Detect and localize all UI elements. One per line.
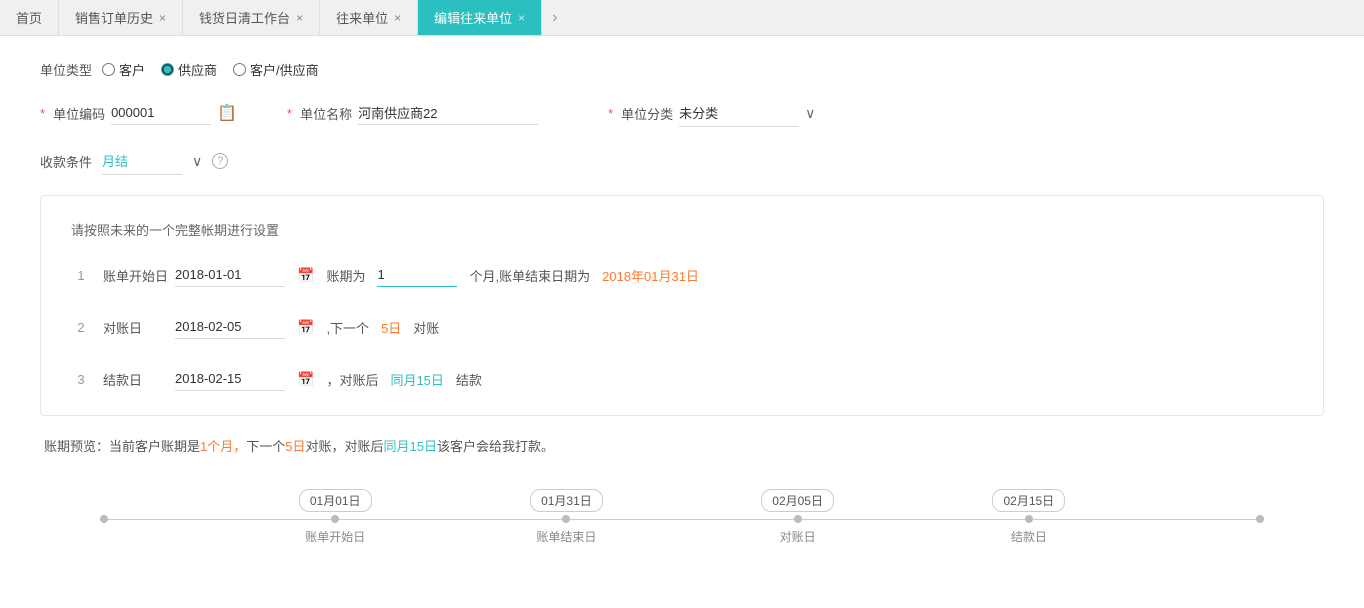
preview-period: 1个月， [200, 439, 246, 454]
unit-category-dropdown-icon[interactable]: ∨ [805, 105, 815, 122]
radio-supplier[interactable]: 供应商 [161, 60, 217, 79]
settle-date-calendar-icon[interactable]: 📅 [297, 371, 314, 388]
unit-code-group: * 单位编码 📋 [40, 101, 237, 125]
unit-category-required: * [608, 106, 613, 121]
row-label-3: 结款日 [103, 370, 163, 389]
preview-date-highlight: 5日 [285, 439, 305, 454]
collection-row: 收款条件 月结 ∨ ? [40, 147, 1324, 175]
unit-code-label: 单位编码 [53, 104, 105, 123]
settings-box: 请按照未来的一个完整帐期进行设置 1 账单开始日 📅 账期为 个月,账单结束日期… [40, 195, 1324, 416]
tl-tag-3: 02月05日 [761, 489, 834, 512]
unit-type-row: 单位类型 客户 供应商 客户/供应商 [40, 60, 1324, 79]
timeline-end-dot [1256, 515, 1264, 523]
preview-prefix: 账期预览：当前客户账期是 [44, 439, 200, 454]
settle-date-input[interactable] [175, 367, 285, 391]
row-num-2: 2 [71, 320, 91, 335]
tl-node-1: 01月01日 账单开始日 [331, 515, 339, 523]
unit-category-label: 单位分类 [621, 104, 673, 123]
tl-label-1: 账单开始日 [305, 528, 365, 545]
tl-dot-2 [562, 515, 570, 523]
unit-name-label: 单位名称 [300, 104, 352, 123]
unit-type-radio-group: 客户 供应商 客户/供应商 [102, 60, 319, 79]
unit-code-input[interactable] [111, 101, 211, 125]
tl-node-2: 01月31日 账单结束日 [562, 515, 570, 523]
collection-select[interactable]: 月结 [102, 147, 182, 175]
statement-desc-highlight: 5日 [381, 318, 401, 337]
settle-desc-prefix: ，对账后 [326, 370, 378, 389]
tl-label-4: 结款日 [1011, 528, 1047, 545]
tab-sales-history[interactable]: 销售订单历史 × [59, 0, 183, 35]
unit-category-select[interactable]: 未分类 [679, 99, 799, 127]
collection-help-icon[interactable]: ? [212, 153, 228, 169]
preview-connector2: 对账，对账后 [306, 439, 384, 454]
timeline: 01月01日 账单开始日 01月31日 账单结束日 02月05日 对账日 [60, 485, 1304, 565]
period-suffix: 个月,账单结束日期为 [469, 266, 590, 285]
tab-partner[interactable]: 往来单位 × [320, 0, 418, 35]
tab-edit-partner[interactable]: 编辑往来单位 × [418, 0, 542, 35]
tl-label-3: 对账日 [780, 528, 816, 545]
row-num-1: 1 [71, 268, 91, 283]
statement-desc-suffix: 对账 [413, 318, 439, 337]
tab-close-partner[interactable]: × [394, 11, 401, 25]
main-content: 单位类型 客户 供应商 客户/供应商 * 单位编码 📋 * 单位名称 [0, 36, 1364, 608]
unit-code-required: * [40, 106, 45, 121]
radio-customer[interactable]: 客户 [102, 60, 145, 79]
row-label-2: 对账日 [103, 318, 163, 337]
tab-home[interactable]: 首页 [0, 0, 59, 35]
statement-date-input[interactable] [175, 315, 285, 339]
preview-suffix: 该客户会给我打款。 [437, 439, 554, 454]
statement-date-calendar-icon[interactable]: 📅 [297, 319, 314, 336]
row-label-1: 账单开始日 [103, 266, 163, 285]
unit-name-input[interactable] [358, 101, 538, 125]
tab-cash-workbench[interactable]: 钱货日清工作台 × [183, 0, 320, 35]
tl-dot-4 [1025, 515, 1033, 523]
unit-code-calendar-icon[interactable]: 📋 [217, 103, 237, 123]
row-num-3: 3 [71, 372, 91, 387]
unit-category-value: 未分类 [679, 103, 718, 122]
unit-type-label: 单位类型 [40, 60, 92, 79]
start-date-calendar-icon[interactable]: 📅 [297, 267, 314, 284]
tl-tag-2: 01月31日 [530, 489, 603, 512]
settings-title: 请按照未来的一个完整帐期进行设置 [71, 220, 1293, 239]
timeline-start-dot [100, 515, 108, 523]
collection-dropdown-icon[interactable]: ∨ [192, 153, 202, 170]
unit-info-row: * 单位编码 📋 * 单位名称 * 单位分类 未分类 ∨ [40, 99, 1324, 127]
settle-desc-highlight: 同月15日 [390, 370, 443, 389]
period-input[interactable] [377, 263, 457, 287]
preview-section: 账期预览：当前客户账期是1个月，下一个5日对账，对账后同月15日该客户会给我打款… [40, 436, 1324, 455]
settings-row-1: 1 账单开始日 📅 账期为 个月,账单结束日期为 2018年01月31日 [71, 263, 1293, 287]
tab-scroll-arrow[interactable]: › [542, 0, 567, 35]
collection-value: 月结 [102, 151, 128, 170]
collection-label: 收款条件 [40, 152, 92, 171]
tl-label-2: 账单结束日 [536, 528, 596, 545]
radio-both[interactable]: 客户/供应商 [233, 60, 319, 79]
preview-connector1: 下一个 [246, 439, 285, 454]
period-end-date: 2018年01月31日 [602, 266, 699, 285]
tl-tag-4: 02月15日 [992, 489, 1065, 512]
start-date-input[interactable] [175, 263, 285, 287]
tab-close-edit-partner[interactable]: × [518, 11, 525, 25]
tl-node-4: 02月15日 结款日 [1025, 515, 1033, 523]
tab-bar: 首页 销售订单历史 × 钱货日清工作台 × 往来单位 × 编辑往来单位 × › [0, 0, 1364, 36]
period-prefix: 账期为 [326, 266, 365, 285]
unit-name-required: * [287, 106, 292, 121]
unit-name-group: * 单位名称 [287, 101, 538, 125]
tl-tag-1: 01月01日 [299, 489, 372, 512]
statement-desc-prefix: ,下一个 [326, 318, 369, 337]
unit-category-group: * 单位分类 未分类 ∨ [608, 99, 815, 127]
tl-dot-3 [794, 515, 802, 523]
tl-node-3: 02月05日 对账日 [794, 515, 802, 523]
tab-close-sales-history[interactable]: × [159, 11, 166, 25]
tab-close-cash-workbench[interactable]: × [296, 11, 303, 25]
preview-settle-highlight: 同月15日 [384, 439, 437, 454]
settings-row-2: 2 对账日 📅 ,下一个 5日对账 [71, 315, 1293, 339]
settings-row-3: 3 结款日 📅 ，对账后同月15日结款 [71, 367, 1293, 391]
settle-desc-suffix: 结款 [456, 370, 482, 389]
tl-dot-1 [331, 515, 339, 523]
